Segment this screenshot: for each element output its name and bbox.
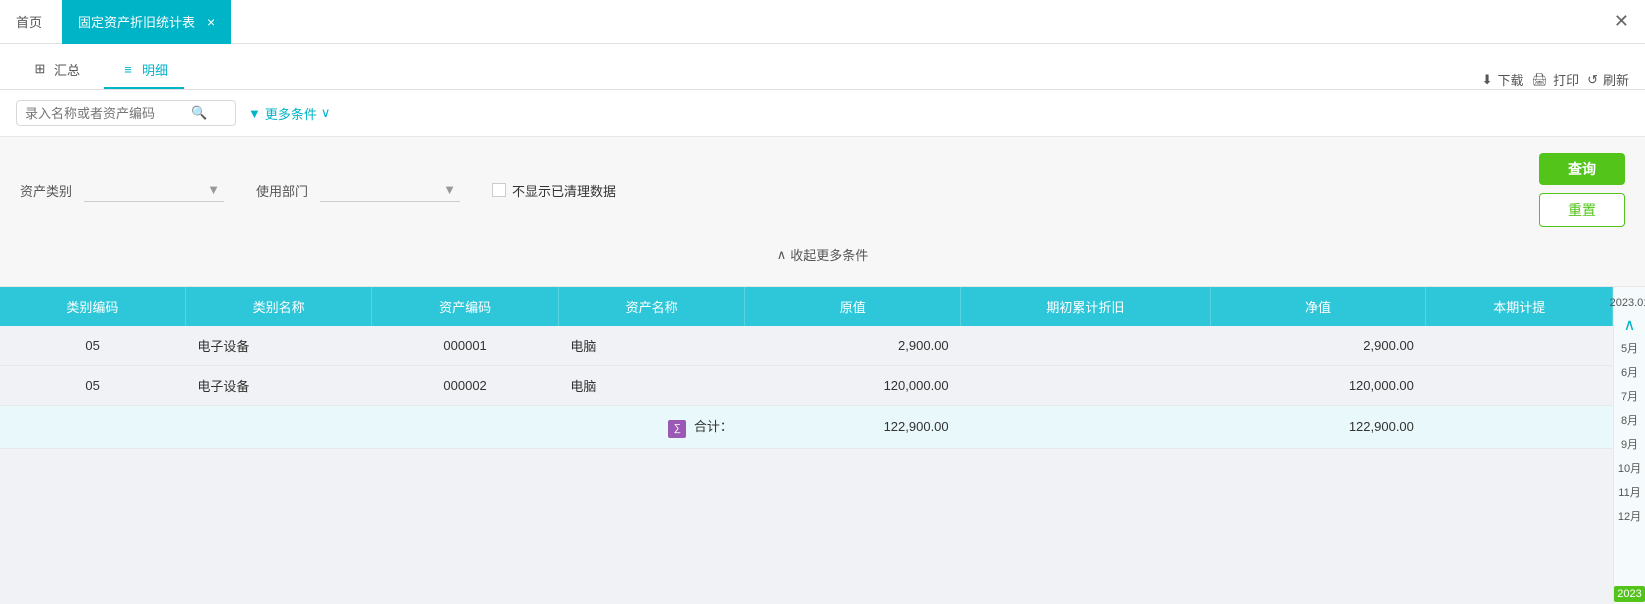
active-tab[interactable]: 固定资产折旧统计表 × [62, 0, 231, 44]
filter-icon: ▼ [248, 106, 261, 121]
asset-category-select[interactable]: ▼ [84, 178, 224, 202]
cell-category-code: 05 [0, 326, 185, 366]
detail-icon: ≡ [120, 61, 136, 77]
month-6[interactable]: 6月 [1619, 361, 1640, 383]
reset-button[interactable]: 重置 [1539, 193, 1625, 227]
cell-original: 120,000.00 [745, 366, 961, 406]
tab-detail-label: 明细 [142, 60, 168, 79]
table-row: 05 电子设备 000002 电脑 120,000.00 120,000.00 [0, 366, 1613, 406]
home-link[interactable]: 首页 [16, 12, 42, 31]
collapse-icon: ∧ [777, 247, 787, 263]
col-original: 原值 [745, 287, 961, 326]
summary-empty-1 [0, 406, 185, 449]
cell-original: 2,900.00 [745, 326, 961, 366]
table-header-row: 类别编码 类别名称 资产编码 资产名称 原值 期初累计折旧 净值 本期计提 [0, 287, 1613, 326]
summary-icon: ⊞ [32, 61, 48, 77]
table-area: 类别编码 类别名称 资产编码 资产名称 原值 期初累计折旧 净值 本期计提 05… [0, 287, 1613, 604]
cell-acc-depreciation [961, 326, 1211, 366]
download-icon: ⬇ [1482, 72, 1493, 88]
month-12[interactable]: 12月 [1616, 505, 1643, 527]
date-label: 2023.01 [1608, 293, 1645, 313]
cell-current-provision [1426, 366, 1613, 406]
col-acc-depreciation: 期初累计折旧 [961, 287, 1211, 326]
cell-category-name: 电子设备 [185, 366, 372, 406]
month-5[interactable]: 5月 [1619, 337, 1640, 359]
cell-current-provision [1426, 326, 1613, 366]
print-icon: 🖨 [1532, 72, 1549, 88]
tab-close-icon[interactable]: × [207, 14, 215, 30]
summary-row: ∑ 合计： 122,900.00 122,900.00 [0, 406, 1613, 449]
cell-asset-code: 000002 [372, 366, 559, 406]
cell-asset-code: 000001 [372, 326, 559, 366]
tab-summary-label: 汇总 [54, 60, 80, 79]
month-11[interactable]: 11月 [1616, 481, 1642, 503]
hide-cleared-label: 不显示已清理数据 [512, 181, 616, 200]
tab-summary[interactable]: ⊞ 汇总 [16, 51, 96, 89]
tab-detail[interactable]: ≡ 明细 [104, 51, 184, 89]
collapse-button[interactable]: ∧ 收起更多条件 [20, 239, 1625, 270]
search-input-wrap[interactable]: 🔍 [16, 100, 236, 126]
search-input[interactable] [25, 106, 185, 121]
col-category-name: 类别名称 [185, 287, 372, 326]
asset-category-chevron: ▼ [207, 182, 220, 197]
summary-net-value: 122,900.00 [1210, 406, 1426, 449]
use-dept-chevron: ▼ [443, 182, 456, 197]
summary-label: 合计： [694, 419, 733, 434]
refresh-button[interactable]: ↺ 刷新 [1587, 70, 1629, 89]
summary-current-provision [1426, 406, 1613, 449]
cell-category-name: 电子设备 [185, 326, 372, 366]
use-dept-select[interactable]: ▼ [320, 178, 460, 202]
up-arrow-icon[interactable]: ∧ [1624, 315, 1636, 335]
cell-category-code: 05 [0, 366, 185, 406]
year-badge[interactable]: 2023 [1614, 586, 1644, 602]
col-asset-code: 资产编码 [372, 287, 559, 326]
table-row: 05 电子设备 000001 电脑 2,900.00 2,900.00 [0, 326, 1613, 366]
col-category-code: 类别编码 [0, 287, 185, 326]
summary-acc-depreciation [961, 406, 1211, 449]
summary-icon: ∑ [668, 420, 686, 438]
use-dept-filter: 使用部门 ▼ [256, 178, 460, 202]
month-8[interactable]: 8月 [1619, 409, 1640, 431]
cell-net-value: 2,900.00 [1210, 326, 1426, 366]
download-button[interactable]: ⬇ 下载 [1482, 70, 1524, 89]
summary-label-cell: ∑ 合计： [185, 406, 745, 449]
print-button[interactable]: 🖨 打印 [1532, 70, 1580, 89]
refresh-icon: ↺ [1587, 72, 1598, 88]
summary-original: 122,900.00 [745, 406, 961, 449]
tab-label: 固定资产折旧统计表 [78, 12, 195, 31]
search-icon: 🔍 [191, 105, 207, 121]
more-filters-button[interactable]: ▼ 更多条件 ∨ [248, 104, 330, 123]
cell-acc-depreciation [961, 366, 1211, 406]
col-net-value: 净值 [1210, 287, 1426, 326]
chevron-down-icon: ∨ [321, 105, 331, 121]
month-9[interactable]: 9月 [1619, 433, 1640, 455]
month-7[interactable]: 7月 [1619, 385, 1640, 407]
asset-category-label: 资产类别 [20, 181, 76, 200]
col-asset-name: 资产名称 [558, 287, 745, 326]
data-table: 类别编码 类别名称 资产编码 资产名称 原值 期初累计折旧 净值 本期计提 05… [0, 287, 1613, 449]
right-panel: 2023.01 ∧ 5月 6月 7月 8月 9月 10月 11月 12月 202… [1613, 287, 1645, 604]
query-button[interactable]: 查询 [1539, 153, 1625, 185]
asset-category-filter: 资产类别 ▼ [20, 178, 224, 202]
window-close-button[interactable]: ✕ [1614, 11, 1629, 32]
hide-cleared-checkbox[interactable] [492, 183, 506, 197]
month-10[interactable]: 10月 [1616, 457, 1643, 479]
cell-asset-name: 电脑 [558, 366, 745, 406]
col-current-provision: 本期计提 [1426, 287, 1613, 326]
hide-cleared-checkbox-item[interactable]: 不显示已清理数据 [492, 181, 616, 200]
cell-asset-name: 电脑 [558, 326, 745, 366]
cell-net-value: 120,000.00 [1210, 366, 1426, 406]
use-dept-label: 使用部门 [256, 181, 312, 200]
